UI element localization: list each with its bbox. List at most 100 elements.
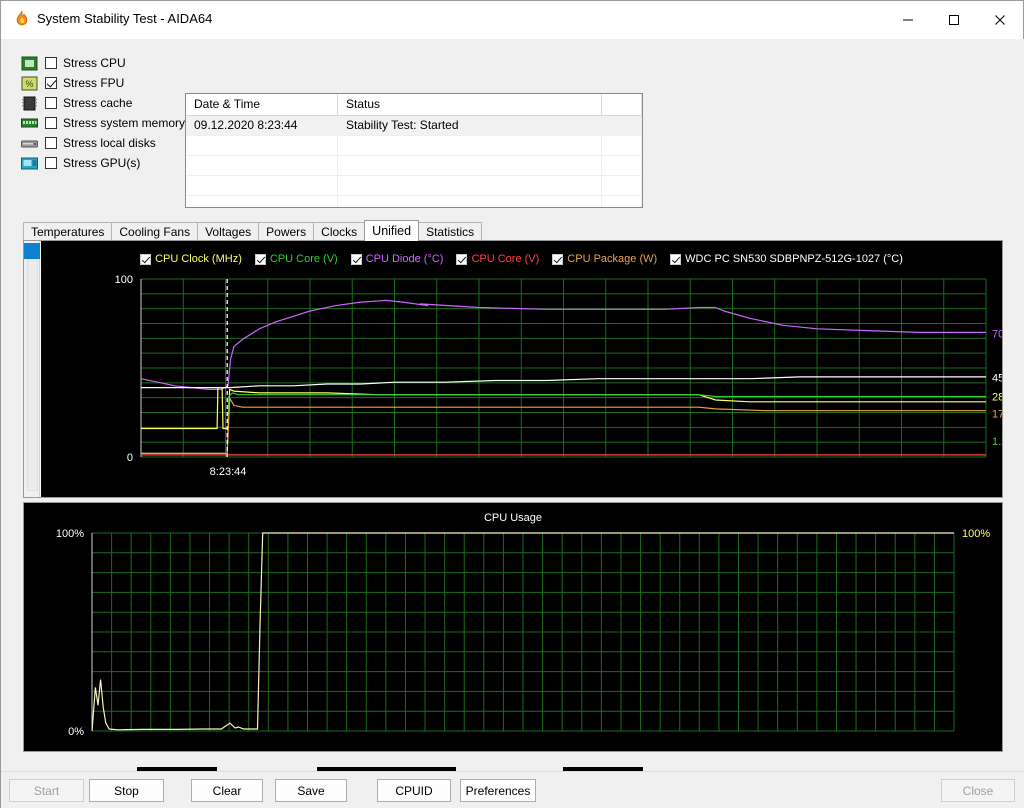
stress-option-label: Stress GPU(s) xyxy=(63,156,140,170)
legend-item-1[interactable]: CPU Core (V) xyxy=(255,253,338,265)
svg-text:0%: 0% xyxy=(68,726,84,738)
log-cell-extra xyxy=(602,116,642,135)
legend-label: WDC PC SN530 SDBPNPZ-512G-1027 (°C) xyxy=(685,253,903,265)
flame-icon xyxy=(13,10,31,28)
unified-graph: CPU Clock (MHz) CPU Core (V) CPU Diode (°C… xyxy=(41,241,1002,497)
log-column-header-0[interactable]: Date & Time xyxy=(186,94,338,115)
table-row-empty xyxy=(186,196,642,208)
maximize-button[interactable] xyxy=(931,1,977,39)
stress-option-checkbox-5[interactable] xyxy=(45,157,57,169)
cpu-usage-plot: 100% 0% 100% xyxy=(24,503,1002,751)
stress-option-label: Stress system memory xyxy=(63,116,185,130)
table-row-empty xyxy=(186,156,642,176)
scrollbar-track[interactable] xyxy=(27,259,38,491)
tab-powers[interactable]: Powers xyxy=(258,222,314,241)
log-cell-datetime: 09.12.2020 8:23:44 xyxy=(186,116,338,135)
legend-label: CPU Clock (MHz) xyxy=(155,253,242,265)
table-row-empty xyxy=(186,136,642,156)
stress-option-row-3[interactable]: Stress system memory xyxy=(21,113,181,133)
tab-voltages[interactable]: Voltages xyxy=(197,222,259,241)
close-button[interactable] xyxy=(977,1,1023,39)
cpu-chip-icon xyxy=(21,56,38,71)
tab-unified[interactable]: Unified xyxy=(364,220,419,241)
start-button: Start xyxy=(9,779,84,802)
log-column-header-2[interactable] xyxy=(602,94,642,115)
stress-option-row-4[interactable]: Stress local disks xyxy=(21,133,181,153)
scrollbar-thumb[interactable] xyxy=(24,243,40,259)
stress-option-checkbox-3[interactable] xyxy=(45,117,57,129)
legend-item-0[interactable]: CPU Clock (MHz) xyxy=(140,253,242,265)
graph-vertical-scrollbar[interactable] xyxy=(24,241,40,497)
clear-button[interactable]: Clear xyxy=(191,779,263,802)
fpu-percent-icon: % xyxy=(21,76,38,91)
stress-option-label: Stress local disks xyxy=(63,136,156,150)
window-title: System Stability Test - AIDA64 xyxy=(37,11,212,26)
svg-text:100: 100 xyxy=(115,274,133,286)
legend-label: CPU Core (V) xyxy=(471,253,539,265)
stress-option-label: Stress cache xyxy=(63,96,132,110)
unified-graph-legend: CPU Clock (MHz) CPU Core (V) CPU Diode (°C… xyxy=(41,251,1002,267)
legend-checkbox-1[interactable] xyxy=(255,254,266,265)
memory-module-icon xyxy=(21,116,38,131)
stress-option-row-0[interactable]: Stress CPU xyxy=(21,53,181,73)
tab-cooling-fans[interactable]: Cooling Fans xyxy=(111,222,198,241)
stress-options-list: Stress CPU% Stress FPU Stress cache Stress … xyxy=(21,53,181,173)
hard-disk-icon xyxy=(21,136,38,151)
stress-option-checkbox-1[interactable] xyxy=(45,77,57,89)
close-button: Close xyxy=(941,779,1015,802)
log-header-row: Date & TimeStatus xyxy=(186,94,642,116)
legend-item-3[interactable]: CPU Core (V) xyxy=(456,253,539,265)
svg-text:%: % xyxy=(25,79,33,89)
stress-option-checkbox-2[interactable] xyxy=(45,97,57,109)
log-cell-status: Stability Test: Started xyxy=(338,116,602,135)
table-row[interactable]: 09.12.2020 8:23:44Stability Test: Starte… xyxy=(186,116,642,136)
svg-text:2848: 2848 xyxy=(992,391,1002,403)
legend-checkbox-5[interactable] xyxy=(670,254,681,265)
stress-option-checkbox-0[interactable] xyxy=(45,57,57,69)
legend-checkbox-3[interactable] xyxy=(456,254,467,265)
table-row-empty xyxy=(186,176,642,196)
legend-checkbox-4[interactable] xyxy=(552,254,563,265)
stress-option-checkbox-4[interactable] xyxy=(45,137,57,149)
legend-label: CPU Core (V) xyxy=(270,253,338,265)
aida64-stability-test-window: System Stability Test - AIDA64 Stress CP… xyxy=(0,0,1024,808)
legend-checkbox-2[interactable] xyxy=(351,254,362,265)
legend-item-4[interactable]: CPU Package (W) xyxy=(552,253,657,265)
svg-text:100%: 100% xyxy=(962,528,990,540)
save-button[interactable]: Save xyxy=(275,779,347,802)
stress-option-row-5[interactable]: Stress GPU(s) xyxy=(21,153,181,173)
svg-text:0: 0 xyxy=(127,452,133,464)
event-log-table[interactable]: Date & TimeStatus 09.12.2020 8:23:44Stab… xyxy=(185,93,643,208)
main-panel: Stress CPU% Stress FPU Stress cache Stress … xyxy=(1,39,1024,771)
window-controls xyxy=(885,1,1023,39)
unified-graph-container: CPU Clock (MHz) CPU Core (V) CPU Diode (°C… xyxy=(23,240,1003,498)
minimize-button[interactable] xyxy=(885,1,931,39)
tab-statistics[interactable]: Statistics xyxy=(418,222,482,241)
svg-text:8:23:44: 8:23:44 xyxy=(210,466,247,478)
tab-temperatures[interactable]: Temperatures xyxy=(23,222,112,241)
action-button-bar: StartStop Clear Save CPUID Preferences Close xyxy=(1,771,1024,808)
unified-graph-plot: 10008:23:447045284817.891.2191.21 xyxy=(41,267,1002,497)
svg-text:45: 45 xyxy=(992,372,1002,384)
preferences-button[interactable]: Preferences xyxy=(460,779,536,802)
gpu-card-icon xyxy=(21,156,38,171)
svg-text:17.89: 17.89 xyxy=(992,408,1002,420)
stop-button[interactable]: Stop xyxy=(89,779,164,802)
cache-icon xyxy=(21,96,38,111)
cpuid-button[interactable]: CPUID xyxy=(377,779,451,802)
sensor-tab-bar: TemperaturesCooling FansVoltagesPowersCl… xyxy=(23,220,481,241)
stress-option-label: Stress CPU xyxy=(63,56,126,70)
tab-clocks[interactable]: Clocks xyxy=(313,222,365,241)
legend-item-2[interactable]: CPU Diode (°C) xyxy=(351,253,444,265)
stress-option-label: Stress FPU xyxy=(63,76,124,90)
title-bar: System Stability Test - AIDA64 xyxy=(1,1,1023,39)
legend-item-5[interactable]: WDC PC SN530 SDBPNPZ-512G-1027 (°C) xyxy=(670,253,903,265)
svg-text:1.219: 1.219 xyxy=(992,436,1002,448)
stress-option-row-2[interactable]: Stress cache xyxy=(21,93,181,113)
svg-text:100%: 100% xyxy=(56,528,84,540)
stress-option-row-1[interactable]: % Stress FPU xyxy=(21,73,181,93)
log-body: 09.12.2020 8:23:44Stability Test: Starte… xyxy=(186,116,642,208)
log-column-header-1[interactable]: Status xyxy=(338,94,602,115)
legend-checkbox-0[interactable] xyxy=(140,254,151,265)
legend-label: CPU Diode (°C) xyxy=(366,253,444,265)
